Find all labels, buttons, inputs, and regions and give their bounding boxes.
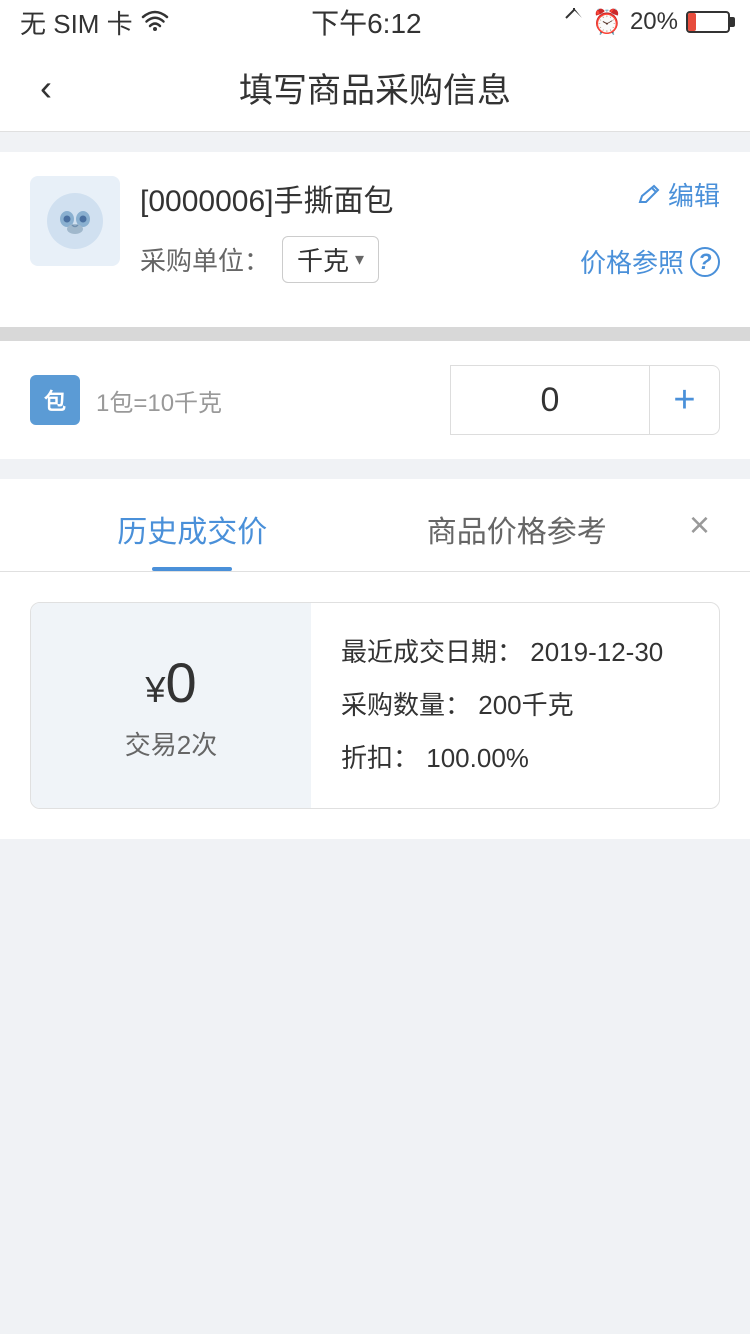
discount-label: 折扣： (341, 743, 419, 773)
status-right: ⏰ 20% (564, 8, 730, 37)
purchase-quantity-value: 200千克 (478, 690, 573, 720)
chevron-down-icon: ▾ (355, 249, 364, 270)
sim-text: 无 SIM 卡 (20, 4, 133, 41)
battery-percent: 20% (630, 8, 678, 36)
wifi-icon (141, 7, 169, 38)
discount-row: 折扣： 100.00% (341, 739, 689, 778)
tabs-row: 历史成交价 商品价格参考 × (0, 479, 750, 572)
unit-select[interactable]: 千克 ▾ (282, 236, 379, 283)
page-title: 填写商品采购信息 (239, 63, 511, 112)
transaction-count: 交易2次 (125, 725, 217, 762)
transaction-price: ¥0 (145, 650, 196, 715)
recent-date-label: 最近成交日期： (341, 637, 523, 667)
product-left: [0000006]手撕面包 采购单位： 千克 ▾ (30, 176, 393, 283)
status-left: 无 SIM 卡 (20, 4, 169, 41)
product-name: [0000006]手撕面包 (140, 176, 393, 220)
status-bar: 无 SIM 卡 下午6:12 ⏰ 20% (0, 0, 750, 44)
quantity-unit-info: 包 1包=10千克 (30, 375, 222, 425)
transaction-details: 最近成交日期： 2019-12-30 采购数量： 200千克 折扣： 100.0… (311, 603, 719, 808)
battery-icon (686, 11, 730, 33)
edit-label: 编辑 (668, 176, 720, 213)
product-header: [0000006]手撕面包 采购单位： 千克 ▾ 编辑 价格参照 (30, 176, 720, 283)
purchase-quantity-row: 采购数量： 200千克 (341, 686, 689, 725)
increment-button[interactable]: + (650, 365, 720, 435)
unit-label: 采购单位： (140, 241, 270, 278)
purchase-quantity-label: 采购数量： (341, 690, 471, 720)
nav-bar: ‹ 填写商品采购信息 (0, 44, 750, 132)
alarm-icon: ⏰ (592, 8, 622, 37)
recent-date-value: 2019-12-30 (530, 637, 663, 667)
price-ref-label: 价格参照 (580, 243, 684, 280)
tab-product-price-ref-label: 商品价格参考 (427, 516, 607, 549)
quantity-row: 包 1包=10千克 + (0, 341, 750, 459)
pack-unit-icon: 包 (30, 375, 80, 425)
tab-history-price-label: 历史成交价 (117, 516, 267, 549)
recent-date-row: 最近成交日期： 2019-12-30 (341, 633, 689, 672)
yen-symbol: ¥ (145, 669, 165, 710)
price-ref-button[interactable]: 价格参照 ? (580, 243, 720, 280)
divider (0, 327, 750, 341)
bottom-panel: 历史成交价 商品价格参考 × ¥0 交易2次 最近成交日期： 2019-12-3… (0, 479, 750, 839)
product-info: [0000006]手撕面包 采购单位： 千克 ▾ (140, 176, 393, 283)
unit-value: 千克 (297, 241, 349, 278)
product-unit-row: 采购单位： 千克 ▾ (140, 236, 393, 283)
product-thumbnail (30, 176, 120, 266)
price-value: 0 (165, 651, 196, 714)
unit-conversion: 1包=10千克 (96, 383, 222, 418)
discount-value: 100.00% (426, 743, 529, 773)
transaction-list: ¥0 交易2次 最近成交日期： 2019-12-30 采购数量： 200千克 折… (0, 572, 750, 839)
product-card: [0000006]手撕面包 采购单位： 千克 ▾ 编辑 价格参照 (0, 152, 750, 327)
info-icon: ? (690, 247, 720, 277)
tab-history-price[interactable]: 历史成交价 (30, 479, 354, 571)
location-icon (564, 8, 584, 37)
tab-product-price-ref[interactable]: 商品价格参考 (354, 479, 678, 571)
time-display: 下午6:12 (311, 2, 422, 42)
edit-button[interactable]: 编辑 (636, 176, 720, 213)
quantity-input[interactable] (450, 365, 650, 435)
transaction-summary: ¥0 交易2次 (31, 603, 311, 808)
close-button[interactable]: × (679, 494, 720, 556)
back-button[interactable]: ‹ (30, 57, 62, 119)
quantity-input-group: + (450, 365, 720, 435)
transaction-card: ¥0 交易2次 最近成交日期： 2019-12-30 采购数量： 200千克 折… (30, 602, 720, 809)
